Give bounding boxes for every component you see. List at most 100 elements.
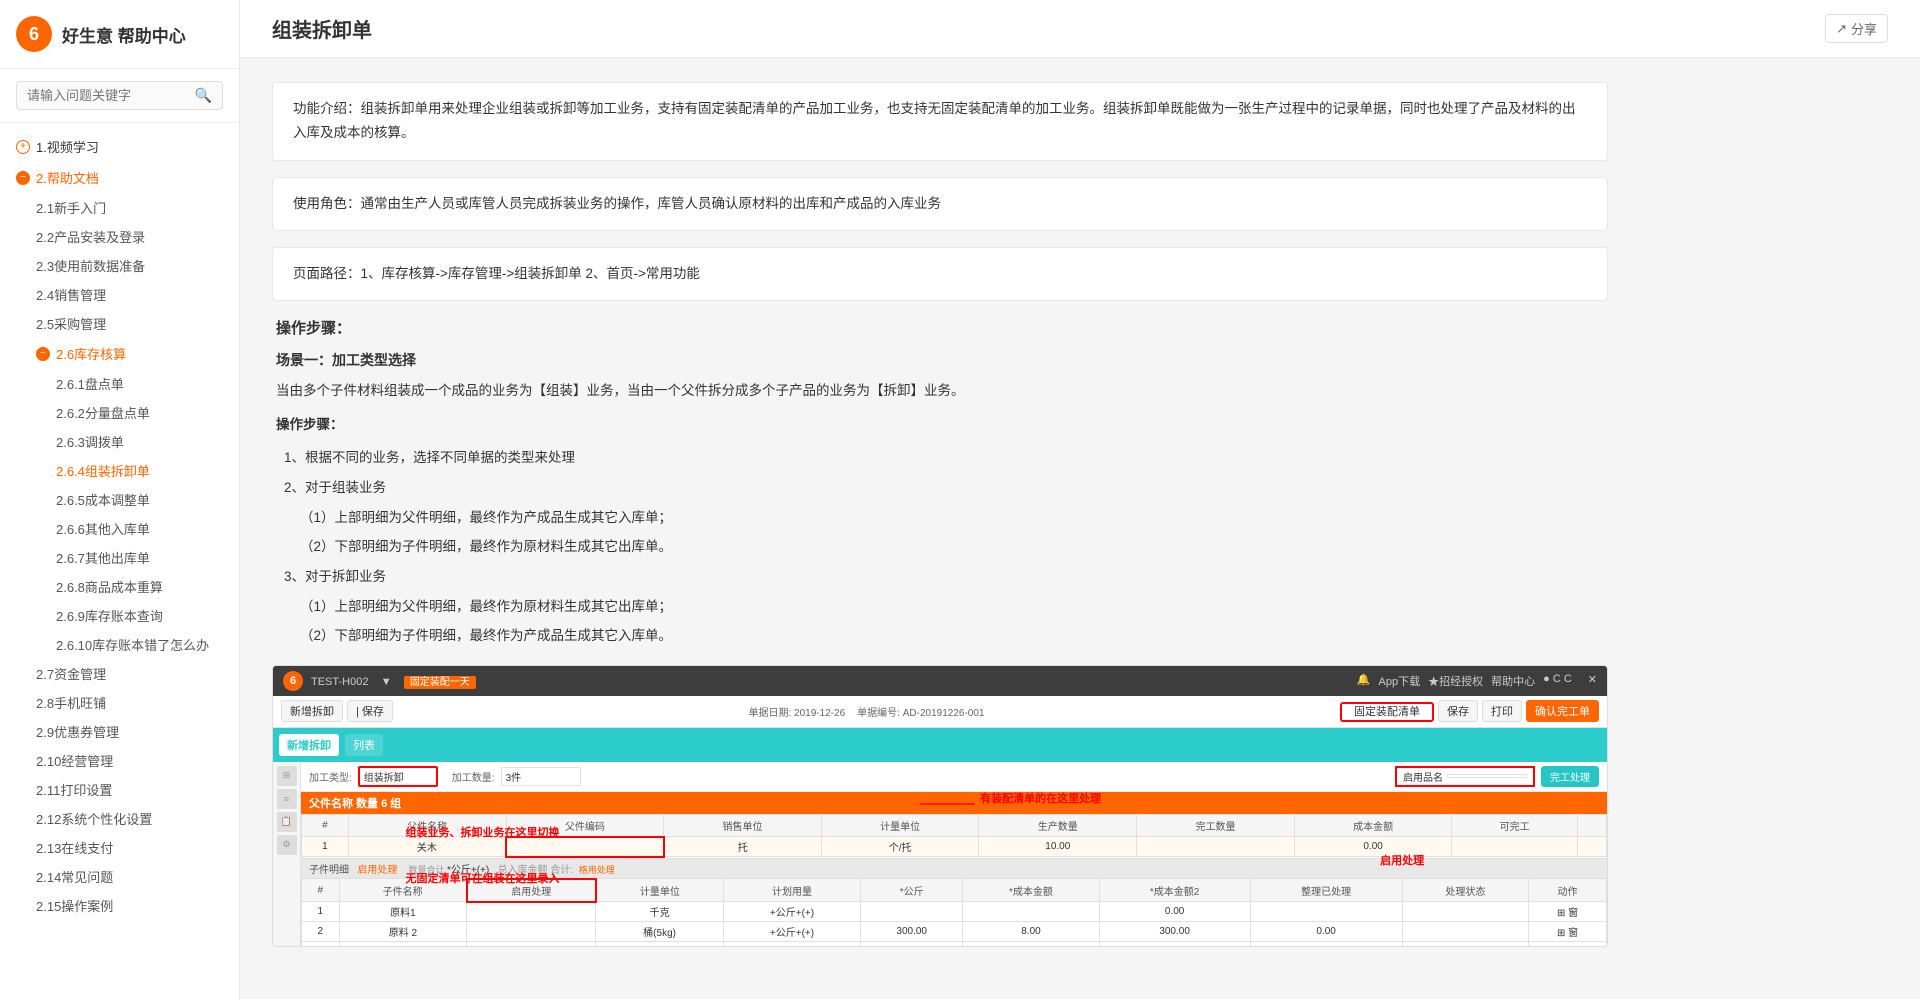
cell-sales-unit: 托 bbox=[664, 837, 822, 857]
col-sales-unit: 销售单位 bbox=[664, 814, 822, 837]
app-titlebar: 6 TEST-H002 ▼ 固定装配一天 🔔App下载★招经授权帮助中心● C … bbox=[273, 666, 1607, 696]
lower-col-cost2: *成本金额2 bbox=[1099, 879, 1250, 902]
step3-1: （1）上部明细为父件明细，最终作为原材料生成其它出库单； bbox=[276, 594, 1604, 620]
lower-col-code: 启用处理 bbox=[467, 879, 596, 902]
sidebar: 6 好生意 帮助中心 🔍 + 1.视频学习 − 2.帮助文档 2.1新手入门 2… bbox=[0, 0, 240, 999]
share-icon: ↗ bbox=[1836, 21, 1847, 37]
app-title-text: TEST-H002 ▼ 固定装配一天 bbox=[311, 673, 1349, 688]
enable-input[interactable] bbox=[1447, 774, 1527, 778]
sidebar-item-266[interactable]: 2.6.6其他入库单 bbox=[0, 514, 239, 543]
sidebar-item-267[interactable]: 2.6.7其他出库单 bbox=[0, 543, 239, 572]
app-screenshot: 6 TEST-H002 ▼ 固定装配一天 🔔App下载★招经授权帮助中心● C … bbox=[273, 666, 1607, 946]
sidebar-item-data-prep[interactable]: 2.3使用前数据准备 bbox=[0, 251, 239, 280]
logo-text: 好生意 帮助中心 bbox=[62, 22, 186, 47]
lower-col-no: # bbox=[302, 879, 340, 902]
sidebar-label-inventory: 2.6库存核算 bbox=[56, 344, 126, 363]
content-area: 功能介绍：组装拆卸单用来处理企业组装或拆卸等加工业务，支持有固定装配清单的产品加… bbox=[240, 58, 1640, 971]
sidebar-item-video[interactable]: + 1.视频学习 bbox=[0, 131, 239, 162]
upper-table-area: # 父件名称 父件编码 销售单位 计量单位 生产数量 完工数量 成本金额 可完工 bbox=[301, 814, 1607, 858]
cell-action bbox=[1577, 837, 1606, 857]
step3: 3、对于拆卸业务 bbox=[276, 564, 1604, 590]
lower-col-qty3: 整理已处理 bbox=[1250, 879, 1402, 902]
col-can-complete: 可完工 bbox=[1452, 814, 1577, 837]
nav-tab-list[interactable]: 列表 bbox=[345, 734, 383, 756]
sidebar-item-coupon[interactable]: 2.9优惠券管理 bbox=[0, 717, 239, 746]
step2: 2、对于组装业务 bbox=[276, 475, 1604, 501]
lower-col-qty2: *公斤 bbox=[861, 879, 963, 902]
mini-icon-4: ⚙ bbox=[277, 835, 297, 855]
sidebar-item-268[interactable]: 2.6.8商品成本重算 bbox=[0, 572, 239, 601]
step2-1: （1）上部明细为父件明细，最终作为产成品生成其它入库单； bbox=[276, 505, 1604, 531]
sidebar-item-operation[interactable]: 2.10经营管理 bbox=[0, 746, 239, 775]
toolbar-btn-save[interactable]: | 保存 bbox=[347, 700, 393, 722]
form-qty-input[interactable]: 3件 bbox=[501, 767, 581, 786]
sidebar-item-finance[interactable]: 2.7资金管理 bbox=[0, 659, 239, 688]
mini-icon-1: ⊞ bbox=[277, 766, 297, 786]
toolbar-btn-confirm[interactable]: 确认完工单 bbox=[1526, 700, 1599, 722]
cell-cost: 0.00 bbox=[1294, 837, 1452, 857]
sidebar-item-faq[interactable]: 2.14常见问题 bbox=[0, 862, 239, 891]
upper-table: # 父件名称 父件编码 销售单位 计量单位 生产数量 完工数量 成本金额 可完工 bbox=[301, 814, 1607, 858]
sidebar-item-2610[interactable]: 2.6.10库存账本错了怎么办 bbox=[0, 630, 239, 659]
cell-done-qty bbox=[1137, 837, 1295, 857]
share-label: 分享 bbox=[1851, 19, 1877, 38]
cell-code bbox=[506, 837, 664, 857]
share-button[interactable]: ↗ 分享 bbox=[1825, 14, 1888, 43]
app-nav-tabs: 新增拆卸 列表 bbox=[273, 728, 1607, 762]
intro-text: 功能介绍：组装拆卸单用来处理企业组装或拆卸等加工业务，支持有固定装配清单的产品加… bbox=[293, 101, 1576, 140]
sidebar-item-purchase[interactable]: 2.5采购管理 bbox=[0, 309, 239, 338]
sidebar-item-sales[interactable]: 2.4销售管理 bbox=[0, 280, 239, 309]
path-text: 页面路径：1、库存核算->库存管理->组装拆卸单 2、首页->常用功能 bbox=[293, 266, 700, 281]
sidebar-item-inventory[interactable]: − 2.6库存核算 bbox=[0, 338, 239, 369]
sidebar-item-system[interactable]: 2.12系统个性化设置 bbox=[0, 804, 239, 833]
sidebar-item-mobile[interactable]: 2.8手机旺铺 bbox=[0, 688, 239, 717]
step3-2: （2）下部明细为子件明细，最终作为产成品生成其它入库单。 bbox=[276, 623, 1604, 649]
sidebar-item-264[interactable]: 2.6.4组装拆卸单 bbox=[0, 456, 239, 485]
app-main-form: 加工类型: 组装拆卸 加工数量: 3件 启用品名 完工处理 bbox=[301, 762, 1607, 946]
table-section-header: 父件名称 数量 6 组 bbox=[301, 792, 1607, 814]
confirm-btn-mini[interactable]: 完工处理 bbox=[1541, 766, 1599, 787]
sidebar-item-262[interactable]: 2.6.2分量盘点单 bbox=[0, 398, 239, 427]
screenshot-container: 6 TEST-H002 ▼ 固定装配一天 🔔App下载★招经授权帮助中心● C … bbox=[272, 665, 1608, 947]
lower-table-row-3: 30.00⊞ 窗 bbox=[302, 942, 1607, 946]
sidebar-item-261[interactable]: 2.6.1盘点单 bbox=[0, 369, 239, 398]
cell-measure-unit: 个/托 bbox=[821, 837, 979, 857]
lower-col-cost1: *成本金额 bbox=[963, 879, 1099, 902]
col-parent-code: 父件编码 bbox=[506, 814, 664, 837]
sidebar-item-265[interactable]: 2.6.5成本调整单 bbox=[0, 485, 239, 514]
nav-tab-assembly[interactable]: 新增拆卸 bbox=[279, 734, 339, 756]
sidebar-item-print[interactable]: 2.11打印设置 bbox=[0, 775, 239, 804]
toolbar-btn-save2[interactable]: 保存 bbox=[1438, 700, 1478, 722]
form-type-label: 加工类型: bbox=[309, 769, 352, 784]
step1: 1、根据不同的业务，选择不同单据的类型来处理 bbox=[276, 445, 1604, 471]
intro-box: 功能介绍：组装拆卸单用来处理企业组装或拆卸等加工业务，支持有固定装配清单的产品加… bbox=[272, 82, 1608, 161]
sidebar-label-video: 1.视频学习 bbox=[36, 137, 99, 156]
toggle-icon-inventory: − bbox=[36, 347, 50, 361]
sidebar-item-new-user[interactable]: 2.1新手入门 bbox=[0, 193, 239, 222]
lower-col-unit: 计量单位 bbox=[596, 879, 724, 902]
sidebar-item-install[interactable]: 2.2产品安装及登录 bbox=[0, 222, 239, 251]
lower-col-action2: 动作 bbox=[1529, 879, 1607, 902]
col-cost: 成本金额 bbox=[1294, 814, 1452, 837]
sidebar-item-269[interactable]: 2.6.9库存账本查询 bbox=[0, 601, 239, 630]
search-input[interactable] bbox=[27, 88, 195, 103]
toggle-icon-docs: − bbox=[16, 171, 30, 185]
sidebar-item-263[interactable]: 2.6.3调拨单 bbox=[0, 427, 239, 456]
lower-table-row-1: 1 原料1 千克 +公斤+(+) 0.00 bbox=[302, 902, 1607, 922]
logo-icon: 6 bbox=[16, 16, 52, 52]
col-done-qty: 完工数量 bbox=[1137, 814, 1295, 837]
app-logo-mini: 6 bbox=[283, 671, 303, 691]
role-text: 使用角色：通常由生产人员或库管人员完成拆装业务的操作，库管人员确认原材料的出库和… bbox=[293, 196, 941, 211]
steps-title: 操作步骤： bbox=[276, 317, 1604, 338]
search-icon[interactable]: 🔍 bbox=[195, 87, 212, 104]
cell-can-complete bbox=[1452, 837, 1577, 857]
sidebar-item-cases[interactable]: 2.15操作案例 bbox=[0, 891, 239, 920]
sidebar-item-docs[interactable]: − 2.帮助文档 bbox=[0, 162, 239, 193]
form-type-input[interactable]: 组装拆卸 bbox=[358, 766, 438, 787]
lower-table: # 子件名称 启用处理 计量单位 计划用量 *公斤 *成本金额 *成本金额2 整 bbox=[301, 878, 1607, 946]
toolbar-btn-fixed[interactable]: 固定装配清单 bbox=[1340, 702, 1434, 722]
sidebar-item-payment[interactable]: 2.13在线支付 bbox=[0, 833, 239, 862]
col-measure-unit: 计量单位 bbox=[821, 814, 979, 837]
toolbar-btn-new[interactable]: 新增拆卸 bbox=[281, 700, 343, 722]
toolbar-btn-print[interactable]: 打印 bbox=[1482, 700, 1522, 722]
